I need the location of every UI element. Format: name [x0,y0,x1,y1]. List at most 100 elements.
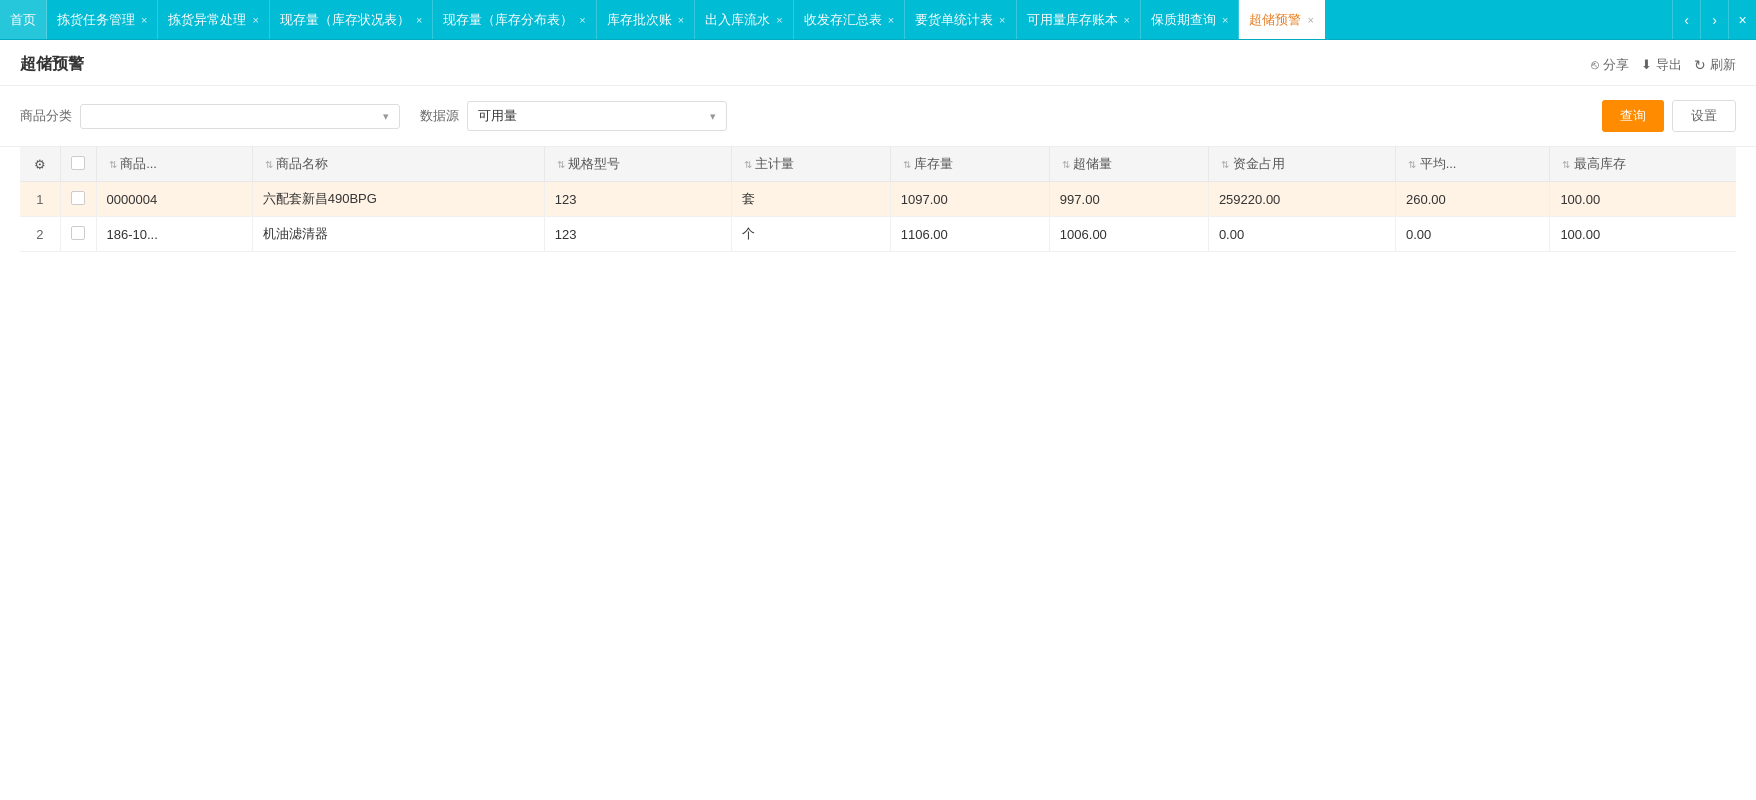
chevron-down-icon: ▾ [710,110,716,123]
row-checkbox[interactable] [71,226,85,240]
cell-spec: 123 [544,182,731,217]
nav-item-overstock[interactable]: 超储预警 × [1239,0,1324,39]
nav-next-button[interactable]: › [1700,0,1728,40]
col-product-name[interactable]: ⇅ 商品名称 [252,147,544,182]
nav-item-home[interactable]: 首页 [0,0,47,39]
col-label: 平均... [1420,156,1457,171]
close-icon[interactable]: × [1124,14,1130,26]
nav-item-expiry[interactable]: 保质期查询 × [1141,0,1239,39]
close-icon[interactable]: × [1222,14,1228,26]
cell-stock: 1106.00 [890,217,1049,252]
gear-header[interactable]: ⚙ [20,147,60,182]
nav-item-batch[interactable]: 库存批次账 × [597,0,695,39]
nav-prev-button[interactable]: ‹ [1672,0,1700,40]
nav-item-task[interactable]: 拣货任务管理 × [47,0,158,39]
cell-max-stock: 100.00 [1550,182,1736,217]
close-icon[interactable]: × [141,14,147,26]
col-label: 最高库存 [1574,156,1626,171]
nav-item-label: 库存批次账 [607,11,672,29]
refresh-button[interactable]: ↻ 刷新 [1694,56,1736,74]
col-overstock[interactable]: ⇅ 超储量 [1049,147,1208,182]
export-label: 导出 [1656,56,1682,74]
cell-overstock: 1006.00 [1049,217,1208,252]
page-header: 超储预警 ⎋ 分享 ⬇ 导出 ↻ 刷新 [0,40,1756,86]
nav-item-summary[interactable]: 收发存汇总表 × [794,0,905,39]
close-icon[interactable]: × [678,14,684,26]
datasource-select-value: 可用量 [478,107,517,125]
query-button[interactable]: 查询 [1602,100,1664,132]
nav-item-label: 现存量（库存分布表） [443,11,573,29]
cell-unit: 套 [731,182,890,217]
col-product-code[interactable]: ⇅ 商品... [96,147,252,182]
col-label: 商品... [120,156,157,171]
nav-item-stock-status[interactable]: 现存量（库存状况表） × [270,0,433,39]
close-icon[interactable]: × [252,14,258,26]
nav-item-stock-dist[interactable]: 现存量（库存分布表） × [433,0,596,39]
share-button[interactable]: ⎋ 分享 [1591,56,1629,74]
select-all-checkbox[interactable] [71,156,85,170]
close-icon[interactable]: × [888,14,894,26]
sort-icon: ⇅ [557,159,565,170]
datasource-select[interactable]: 可用量 ▾ [467,101,727,131]
col-label: 商品名称 [276,156,328,171]
nav-item-label: 出入库流水 [705,11,770,29]
col-unit[interactable]: ⇅ 主计量 [731,147,890,182]
col-label: 库存量 [914,156,953,171]
nav-item-label: 超储预警 [1249,11,1301,29]
export-button[interactable]: ⬇ 导出 [1641,56,1682,74]
row-checkbox-cell[interactable] [60,217,96,252]
col-max-stock[interactable]: ⇅ 最高库存 [1550,147,1736,182]
close-icon[interactable]: × [579,14,585,26]
refresh-icon: ↻ [1694,57,1706,73]
col-avg[interactable]: ⇅ 平均... [1396,147,1550,182]
cell-max-stock: 100.00 [1550,217,1736,252]
cell-stock: 1097.00 [890,182,1049,217]
table-header-row: ⚙ ⇅ 商品... ⇅ 商品名称 ⇅ 规格型号 [20,147,1736,182]
close-icon[interactable]: × [776,14,782,26]
nav-item-label: 可用量库存账本 [1027,11,1118,29]
col-stock[interactable]: ⇅ 库存量 [890,147,1049,182]
sort-icon: ⇅ [744,159,752,170]
header-actions: ⎋ 分享 ⬇ 导出 ↻ 刷新 [1591,56,1736,74]
share-label: 分享 [1603,56,1629,74]
category-filter-group: 商品分类 ▾ [20,104,400,129]
chevron-down-icon: ▾ [383,110,389,123]
data-table: ⚙ ⇅ 商品... ⇅ 商品名称 ⇅ 规格型号 [20,147,1736,252]
col-capital[interactable]: ⇅ 资金占用 [1208,147,1395,182]
cell-spec: 123 [544,217,731,252]
filter-area: 商品分类 ▾ 数据源 可用量 ▾ 查询 设置 [0,86,1756,147]
sort-icon: ⇅ [1562,159,1570,170]
close-icon[interactable]: × [999,14,1005,26]
row-checkbox[interactable] [71,191,85,205]
nav-item-order-stats[interactable]: 要货单统计表 × [905,0,1016,39]
nav-item-label: 收发存汇总表 [804,11,882,29]
sort-icon: ⇅ [265,159,273,170]
row-checkbox-cell[interactable] [60,182,96,217]
close-icon[interactable]: × [416,14,422,26]
cell-avg: 260.00 [1396,182,1550,217]
gear-icon: ⚙ [34,157,46,172]
page-title: 超储预警 [20,54,84,75]
cell-capital: 259220.00 [1208,182,1395,217]
row-index: 2 [20,217,60,252]
nav-close-button[interactable]: × [1728,0,1756,40]
cell-unit: 个 [731,217,890,252]
checkbox-header[interactable] [60,147,96,182]
close-icon[interactable]: × [1307,14,1313,26]
col-label: 主计量 [755,156,794,171]
col-label: 规格型号 [568,156,620,171]
nav-item-flow[interactable]: 出入库流水 × [695,0,793,39]
nav-item-exception[interactable]: 拣货异常处理 × [158,0,269,39]
cell-product-code: 0000004 [96,182,252,217]
settings-button[interactable]: 设置 [1672,100,1736,132]
sort-icon: ⇅ [1062,159,1070,170]
table-row: 2 186-10... 机油滤清器 123 个 1106.00 1006.00 … [20,217,1736,252]
datasource-label: 数据源 [420,107,459,125]
category-select[interactable]: ▾ [80,104,400,129]
nav-item-available-ledger[interactable]: 可用量库存账本 × [1017,0,1141,39]
sort-icon: ⇅ [1221,159,1229,170]
sort-icon: ⇅ [903,159,911,170]
nav-item-label: 保质期查询 [1151,11,1216,29]
cell-avg: 0.00 [1396,217,1550,252]
col-spec[interactable]: ⇅ 规格型号 [544,147,731,182]
